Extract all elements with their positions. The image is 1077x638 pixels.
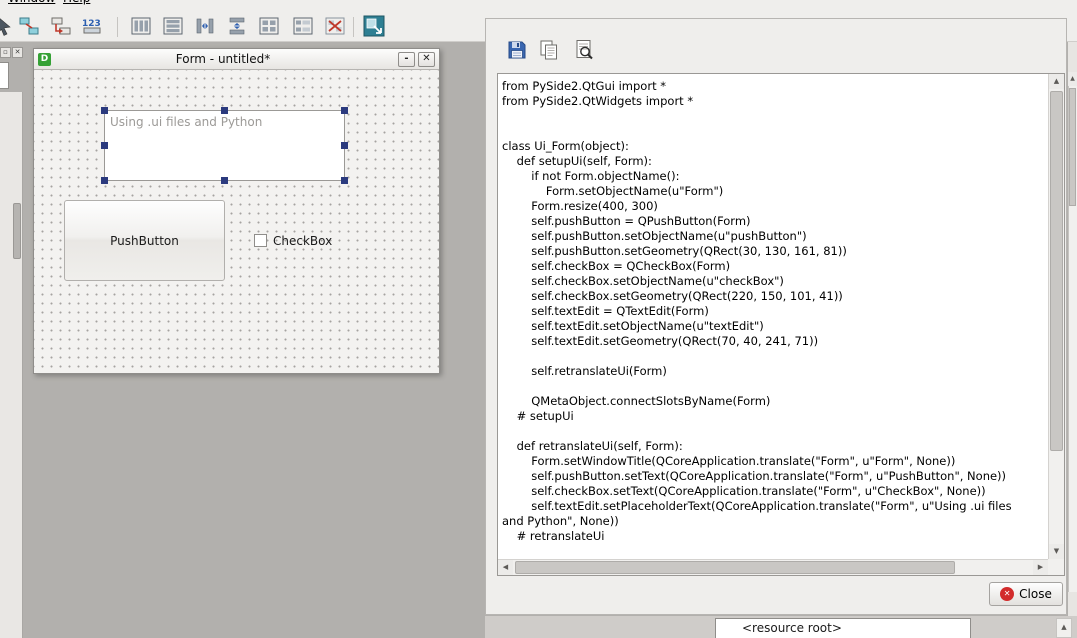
- layout-form-icon[interactable]: [290, 13, 316, 39]
- widgetbox-scrollbar-thumb[interactable]: [13, 203, 21, 259]
- scroll-up-arrow-icon[interactable]: ▲: [1049, 74, 1064, 89]
- resource-root-label: <resource root>: [742, 621, 842, 635]
- edit-widgets-icon[interactable]: [0, 13, 17, 39]
- code-line: [502, 424, 1048, 439]
- code-line: Form.setWindowTitle(QCoreApplication.tra…: [502, 454, 1048, 469]
- code-text[interactable]: from PySide2.QtGui import *from PySide2.…: [498, 74, 1048, 559]
- code-line: from PySide2.QtWidgets import *: [502, 94, 1048, 109]
- code-line: self.pushButton = QPushButton(Form): [502, 214, 1048, 229]
- adjust-size-icon[interactable]: [361, 13, 387, 39]
- horizontal-scroll-thumb[interactable]: [515, 561, 955, 574]
- selection-handle[interactable]: [221, 107, 228, 114]
- vertical-scroll-thumb[interactable]: [1050, 91, 1063, 451]
- selection-handle[interactable]: [101, 107, 108, 114]
- layout-horizontal-splitter-icon[interactable]: [192, 13, 218, 39]
- checkbox-label: CheckBox: [273, 234, 332, 248]
- code-line: self.checkBox.setText(QCoreApplication.t…: [502, 484, 1048, 499]
- layout-vertical-icon[interactable]: [160, 13, 186, 39]
- widgetbox-panel-edge: [0, 92, 23, 638]
- close-dialog-icon: ✕: [1000, 587, 1014, 601]
- textedit-widget[interactable]: Using .ui files and Python: [104, 110, 345, 181]
- code-line: self.checkBox.setGeometry(QRect(220, 150…: [502, 289, 1048, 304]
- code-line: self.pushButton.setObjectName(u"pushButt…: [502, 229, 1048, 244]
- edit-tab-order-icon[interactable]: 123: [80, 13, 106, 39]
- code-line: def retranslateUi(self, Form):: [502, 439, 1048, 454]
- close-button-label: Close: [1019, 587, 1052, 601]
- code-vertical-scrollbar[interactable]: ▲ ▼: [1048, 74, 1064, 559]
- code-line: if not Form.objectName():: [502, 169, 1048, 184]
- layout-grid-icon[interactable]: [256, 13, 282, 39]
- designer-form-icon: D: [38, 53, 51, 66]
- copy-icon[interactable]: [535, 36, 563, 64]
- selection-handle[interactable]: [341, 142, 348, 149]
- resource-root-item[interactable]: <resource root>: [715, 618, 971, 638]
- menu-help[interactable]: Help: [63, 0, 90, 5]
- code-line: # setupUi: [502, 409, 1048, 424]
- edit-signals-slots-icon[interactable]: [16, 13, 42, 39]
- code-line: [502, 379, 1048, 394]
- code-line: and Python", None)): [502, 514, 1048, 529]
- code-line: Form.resize(400, 300): [502, 199, 1048, 214]
- form-window-title: Form - untitled*: [51, 52, 395, 66]
- code-line: self.checkBox.setObjectName(u"checkBox"): [502, 274, 1048, 289]
- layout-horizontal-icon[interactable]: [128, 13, 154, 39]
- code-line: self.textEdit = QTextEdit(Form): [502, 304, 1048, 319]
- pushbutton-widget[interactable]: PushButton: [64, 200, 225, 281]
- code-line: self.pushButton.setGeometry(QRect(30, 13…: [502, 244, 1048, 259]
- selection-handle[interactable]: [221, 177, 228, 184]
- save-icon[interactable]: [503, 36, 531, 64]
- code-line: Form.setObjectName(u"Form"): [502, 184, 1048, 199]
- layout-vertical-splitter-icon[interactable]: [224, 13, 250, 39]
- form-window: D Form - untitled* - ✕ Using .ui files a…: [33, 48, 440, 374]
- code-line: def setupUi(self, Form):: [502, 154, 1048, 169]
- form-window-titlebar[interactable]: D Form - untitled* - ✕: [34, 49, 439, 70]
- code-line: self.textEdit.setObjectName(u"textEdit"): [502, 319, 1048, 334]
- code-line: self.textEdit.setGeometry(QRect(70, 40, …: [502, 334, 1048, 349]
- break-layout-icon[interactable]: [322, 13, 348, 39]
- toolbar-separator: [353, 17, 354, 37]
- code-view[interactable]: from PySide2.QtGui import *from PySide2.…: [497, 73, 1065, 576]
- code-line: # retranslateUi: [502, 529, 1048, 544]
- code-line: [502, 109, 1048, 124]
- form-close-button[interactable]: ✕: [418, 52, 435, 67]
- code-line: class Ui_Form(object):: [502, 139, 1048, 154]
- selection-handle[interactable]: [101, 177, 108, 184]
- checkbox-widget[interactable]: CheckBox: [254, 220, 355, 261]
- code-line: self.checkBox = QCheckBox(Form): [502, 259, 1048, 274]
- code-line: [502, 124, 1048, 139]
- selection-handle[interactable]: [341, 107, 348, 114]
- find-icon[interactable]: [570, 36, 598, 64]
- code-preview-dialog: from PySide2.QtGui import *from PySide2.…: [485, 18, 1067, 615]
- code-line: from PySide2.QtGui import *: [502, 79, 1048, 94]
- property-editor-edge: ▲: [1068, 42, 1077, 638]
- background-scroll-up-icon[interactable]: ▲: [1068, 72, 1077, 86]
- code-horizontal-scrollbar[interactable]: ◀ ▶: [498, 559, 1048, 575]
- menu-window[interactable]: Window: [8, 0, 55, 5]
- dock-float-button[interactable]: ▫: [0, 47, 11, 58]
- selection-handle[interactable]: [341, 177, 348, 184]
- scrollbar-corner: [1048, 559, 1064, 575]
- scroll-left-arrow-icon[interactable]: ◀: [498, 560, 513, 575]
- resource-scrollbar[interactable]: ▲: [1056, 618, 1072, 638]
- pushbutton-label: PushButton: [110, 234, 179, 248]
- form-canvas[interactable]: Using .ui files and Python PushButton Ch…: [34, 70, 439, 373]
- textedit-placeholder: Using .ui files and Python: [105, 111, 344, 133]
- edit-buddies-icon[interactable]: [48, 13, 74, 39]
- scroll-down-arrow-icon[interactable]: ▼: [1049, 544, 1064, 559]
- checkbox-indicator[interactable]: [254, 234, 267, 247]
- widgetbox-filter-input[interactable]: [0, 62, 9, 89]
- scroll-right-arrow-icon[interactable]: ▶: [1033, 560, 1048, 575]
- dock-close-button[interactable]: ✕: [12, 47, 23, 58]
- code-line: self.textEdit.setPlaceholderText(QCoreAp…: [502, 499, 1048, 514]
- form-minimize-button[interactable]: -: [398, 52, 415, 67]
- code-line: [502, 349, 1048, 364]
- toolbar-separator: [117, 17, 118, 37]
- code-line: QMetaObject.connectSlotsByName(Form): [502, 394, 1048, 409]
- code-line: self.pushButton.setText(QCoreApplication…: [502, 469, 1048, 484]
- code-line: self.retranslateUi(Form): [502, 364, 1048, 379]
- background-scroll-thumb[interactable]: [1069, 88, 1076, 206]
- close-button[interactable]: ✕ Close: [989, 582, 1063, 606]
- selection-handle[interactable]: [101, 142, 108, 149]
